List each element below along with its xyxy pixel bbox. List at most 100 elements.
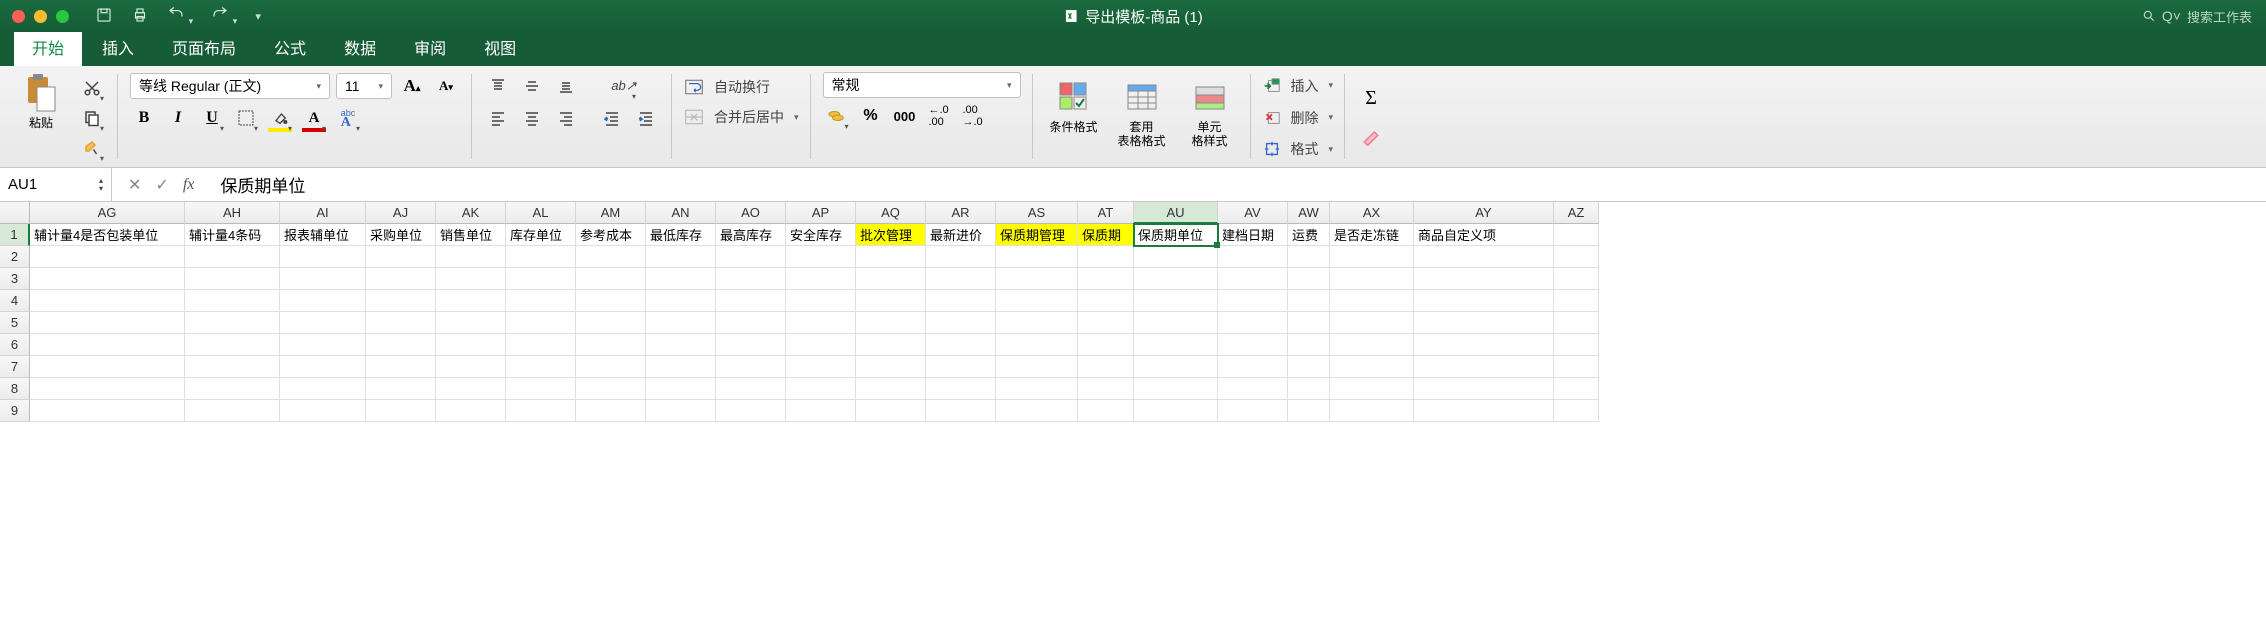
cell-AN3[interactable] bbox=[646, 268, 716, 290]
increase-font-button[interactable]: A▴ bbox=[398, 72, 426, 100]
row-header-8[interactable]: 8 bbox=[0, 378, 30, 400]
align-right-button[interactable] bbox=[552, 104, 580, 132]
cell-AZ4[interactable] bbox=[1554, 290, 1599, 312]
increase-decimal-button[interactable]: ←.0.00 bbox=[925, 102, 953, 130]
cell-AQ4[interactable] bbox=[856, 290, 926, 312]
clear-button[interactable] bbox=[1357, 123, 1385, 151]
cell-AX4[interactable] bbox=[1330, 290, 1414, 312]
undo-icon[interactable]: ▾ bbox=[167, 6, 193, 27]
row-header-7[interactable]: 7 bbox=[0, 356, 30, 378]
column-header-AZ[interactable]: AZ bbox=[1554, 202, 1599, 224]
column-header-AW[interactable]: AW bbox=[1288, 202, 1330, 224]
cell-AU9[interactable] bbox=[1134, 400, 1218, 422]
enter-formula-icon[interactable]: ✓ bbox=[155, 175, 168, 195]
decrease-decimal-button[interactable]: .00→.0 bbox=[959, 102, 987, 130]
cell-AN6[interactable] bbox=[646, 334, 716, 356]
align-top-button[interactable] bbox=[484, 72, 512, 100]
print-icon[interactable] bbox=[131, 6, 149, 27]
column-header-AI[interactable]: AI bbox=[280, 202, 366, 224]
cell-AJ5[interactable] bbox=[366, 312, 436, 334]
cell-AW1[interactable]: 运费 bbox=[1288, 224, 1330, 246]
cell-AK2[interactable] bbox=[436, 246, 506, 268]
cell-AQ2[interactable] bbox=[856, 246, 926, 268]
cell-AW6[interactable] bbox=[1288, 334, 1330, 356]
cell-AI5[interactable] bbox=[280, 312, 366, 334]
autosum-button[interactable]: Σ bbox=[1357, 85, 1385, 113]
name-box[interactable]: AU1 ▴▾ bbox=[0, 168, 112, 201]
cell-AO7[interactable] bbox=[716, 356, 786, 378]
italic-button[interactable]: I bbox=[164, 104, 192, 132]
cell-AJ9[interactable] bbox=[366, 400, 436, 422]
cell-AI4[interactable] bbox=[280, 290, 366, 312]
font-color-button[interactable]: A bbox=[300, 104, 328, 132]
cell-AI7[interactable] bbox=[280, 356, 366, 378]
cell-AJ2[interactable] bbox=[366, 246, 436, 268]
cell-AQ9[interactable] bbox=[856, 400, 926, 422]
cell-AZ2[interactable] bbox=[1554, 246, 1599, 268]
cell-AP5[interactable] bbox=[786, 312, 856, 334]
cell-AR8[interactable] bbox=[926, 378, 996, 400]
font-size-select[interactable]: 11▾ bbox=[336, 73, 392, 99]
row-header-6[interactable]: 6 bbox=[0, 334, 30, 356]
cell-AU6[interactable] bbox=[1134, 334, 1218, 356]
cell-AT3[interactable] bbox=[1078, 268, 1134, 290]
cell-AK3[interactable] bbox=[436, 268, 506, 290]
paste-button[interactable]: 粘贴 bbox=[12, 72, 70, 130]
cell-AY8[interactable] bbox=[1414, 378, 1554, 400]
cell-AL8[interactable] bbox=[506, 378, 576, 400]
column-header-AQ[interactable]: AQ bbox=[856, 202, 926, 224]
cell-AU4[interactable] bbox=[1134, 290, 1218, 312]
cell-AZ7[interactable] bbox=[1554, 356, 1599, 378]
cell-AS9[interactable] bbox=[996, 400, 1078, 422]
cell-AH9[interactable] bbox=[185, 400, 280, 422]
cell-AT8[interactable] bbox=[1078, 378, 1134, 400]
cell-AS8[interactable] bbox=[996, 378, 1078, 400]
cut-button[interactable] bbox=[78, 74, 106, 102]
cell-AI3[interactable] bbox=[280, 268, 366, 290]
cell-AS2[interactable] bbox=[996, 246, 1078, 268]
cell-AR9[interactable] bbox=[926, 400, 996, 422]
cell-AS4[interactable] bbox=[996, 290, 1078, 312]
cell-AR6[interactable] bbox=[926, 334, 996, 356]
cell-AL1[interactable]: 库存单位 bbox=[506, 224, 576, 246]
cell-AQ8[interactable] bbox=[856, 378, 926, 400]
column-header-AX[interactable]: AX bbox=[1330, 202, 1414, 224]
increase-indent-button[interactable] bbox=[632, 104, 660, 132]
fill-color-button[interactable] bbox=[266, 104, 294, 132]
insert-cells-button[interactable]: 插入 bbox=[1263, 72, 1334, 100]
cell-AH8[interactable] bbox=[185, 378, 280, 400]
cell-AU1[interactable]: 保质期单位 bbox=[1134, 224, 1218, 246]
cell-AS6[interactable] bbox=[996, 334, 1078, 356]
cell-AW4[interactable] bbox=[1288, 290, 1330, 312]
cell-AM3[interactable] bbox=[576, 268, 646, 290]
cell-AR5[interactable] bbox=[926, 312, 996, 334]
cell-AN2[interactable] bbox=[646, 246, 716, 268]
orientation-button[interactable]: ab↗ bbox=[610, 72, 638, 100]
cell-AX1[interactable]: 是否走冻链 bbox=[1330, 224, 1414, 246]
cell-AG8[interactable] bbox=[30, 378, 185, 400]
cell-AL2[interactable] bbox=[506, 246, 576, 268]
cell-AU3[interactable] bbox=[1134, 268, 1218, 290]
cell-AS5[interactable] bbox=[996, 312, 1078, 334]
cell-AV7[interactable] bbox=[1218, 356, 1288, 378]
column-header-AK[interactable]: AK bbox=[436, 202, 506, 224]
column-header-AP[interactable]: AP bbox=[786, 202, 856, 224]
cell-AR1[interactable]: 最新进价 bbox=[926, 224, 996, 246]
cell-AJ7[interactable] bbox=[366, 356, 436, 378]
cell-AT1[interactable]: 保质期 bbox=[1078, 224, 1134, 246]
cell-AO9[interactable] bbox=[716, 400, 786, 422]
align-center-button[interactable] bbox=[518, 104, 546, 132]
cell-AI6[interactable] bbox=[280, 334, 366, 356]
row-header-3[interactable]: 3 bbox=[0, 268, 30, 290]
tab-视图[interactable]: 视图 bbox=[466, 27, 534, 66]
cell-AY2[interactable] bbox=[1414, 246, 1554, 268]
column-header-AS[interactable]: AS bbox=[996, 202, 1078, 224]
border-button[interactable] bbox=[232, 104, 260, 132]
cell-AP6[interactable] bbox=[786, 334, 856, 356]
underline-button[interactable]: U bbox=[198, 104, 226, 132]
cell-AO2[interactable] bbox=[716, 246, 786, 268]
cell-AZ8[interactable] bbox=[1554, 378, 1599, 400]
cell-AP4[interactable] bbox=[786, 290, 856, 312]
cell-AJ8[interactable] bbox=[366, 378, 436, 400]
cell-AN4[interactable] bbox=[646, 290, 716, 312]
